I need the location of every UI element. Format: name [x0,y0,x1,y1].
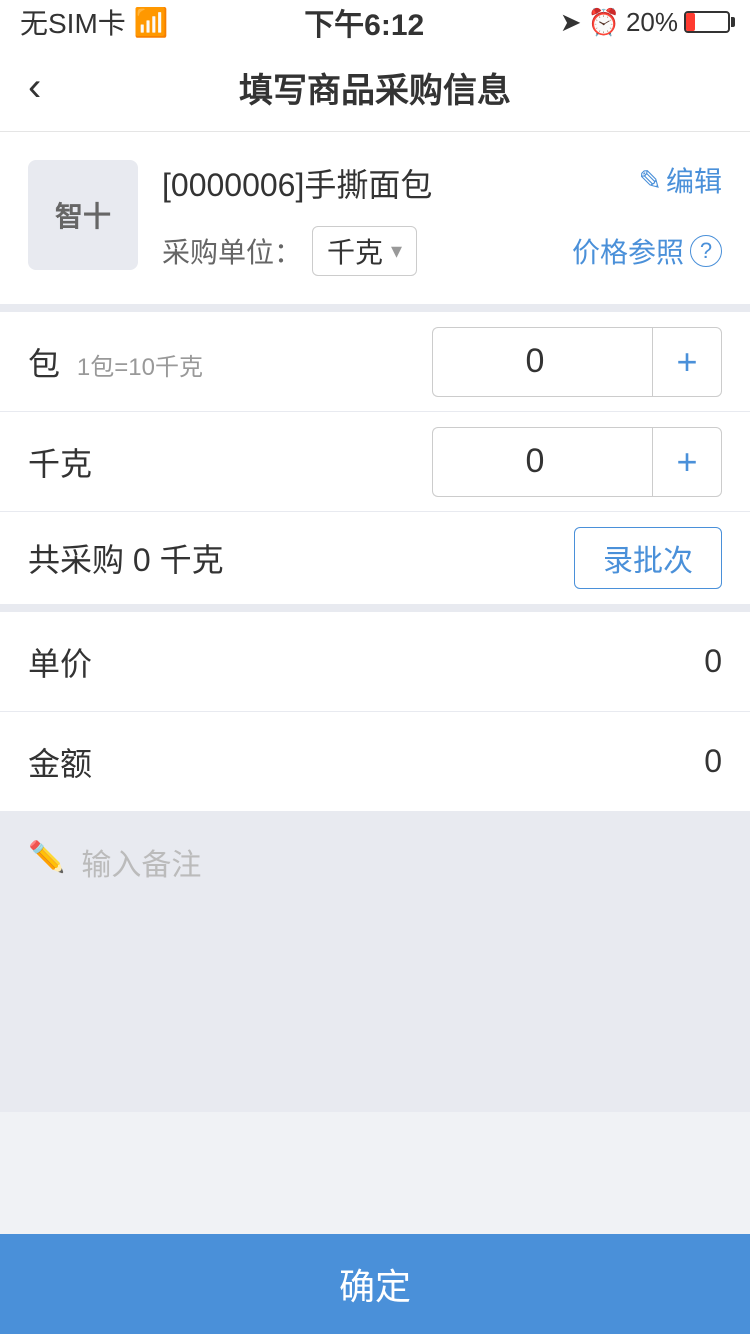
summary-qty-value: 0 [133,542,151,578]
carrier-label: 无SIM卡 [20,2,126,42]
wifi-icon: 📶 [134,6,169,39]
qty-label-kg: 千克 [28,439,148,485]
product-info: [0000006]手撕面包 ✎ 编辑 采购单位： 千克 ▾ 价格参照 ? [162,160,722,276]
back-button[interactable]: ‹ [28,65,41,110]
batch-button[interactable]: 录批次 [574,527,722,589]
qty-label-bao: 包 1包=10千克 [28,339,203,385]
confirm-button[interactable]: 确定 [0,1234,750,1334]
price-section: 单价 0 金额 0 [0,612,750,812]
remark-placeholder: 输入备注 [81,840,201,884]
alarm-icon: ⏰ [588,7,620,38]
unit-value: 千克 [327,231,383,271]
status-bar: 无SIM卡 📶 下午6:12 ➤ ⏰ 20% [0,0,750,44]
summary-prefix: 共采购 [28,542,124,578]
amount-value: 0 [704,743,722,780]
qty-sublabel-bao: 1包=10千克 [77,354,203,381]
price-ref-label: 价格参照 [572,231,684,271]
amount-label: 金额 [28,739,92,785]
qty-row-bao: 包 1包=10千克 + [0,312,750,412]
unit-select[interactable]: 千克 ▾ [312,226,417,276]
battery-pct: 20% [626,7,678,38]
qty-input-bao[interactable] [432,327,652,397]
remark-section[interactable]: ✏️ 输入备注 [0,812,750,1112]
qty-row-kg: 千克 + [0,412,750,512]
summary-text: 共采购 0 千克 [28,535,224,581]
qty-plus-bao[interactable]: + [652,327,722,397]
product-name: [0000006]手撕面包 [162,160,432,206]
location-icon: ➤ [560,7,582,38]
quantity-form-section: 包 1包=10千克 + 千克 + [0,312,750,512]
nav-bar: ‹ 填写商品采购信息 [0,44,750,132]
unit-left: 采购单位： 千克 ▾ [162,226,417,276]
edit-button[interactable]: ✎ 编辑 [639,160,722,200]
info-icon: ? [690,235,722,267]
edit-icon: ✎ [639,164,662,197]
qty-input-group-bao: + [203,327,722,397]
product-logo: 智十 [55,195,111,235]
summary-row: 共采购 0 千克 录批次 [0,512,750,612]
unit-price-label: 单价 [28,639,92,685]
price-row-amount: 金额 0 [0,712,750,812]
unit-prefix-label: 采购单位： [162,231,302,271]
unit-price-value: 0 [704,643,722,680]
price-row-unit: 单价 0 [0,612,750,712]
status-time: 下午6:12 [304,0,424,44]
product-top-row: [0000006]手撕面包 ✎ 编辑 [162,160,722,206]
qty-input-kg[interactable] [432,427,652,497]
page-title: 填写商品采购信息 [239,63,511,112]
product-unit-row: 采购单位： 千克 ▾ 价格参照 ? [162,226,722,276]
product-image: 智十 [28,160,138,270]
status-left: 无SIM卡 📶 [20,2,169,42]
summary-unit-label: 千克 [160,542,224,578]
product-card: 智十 [0000006]手撕面包 ✎ 编辑 采购单位： 千克 ▾ 价格参照 ? [0,132,750,312]
edit-label: 编辑 [666,160,722,200]
qty-plus-kg[interactable]: + [652,427,722,497]
pencil-icon: ✏️ [28,840,65,875]
chevron-down-icon: ▾ [391,238,402,264]
price-ref-button[interactable]: 价格参照 ? [572,231,722,271]
qty-input-group-kg: + [148,427,722,497]
status-right: ➤ ⏰ 20% [560,7,730,38]
battery-icon [684,11,730,33]
